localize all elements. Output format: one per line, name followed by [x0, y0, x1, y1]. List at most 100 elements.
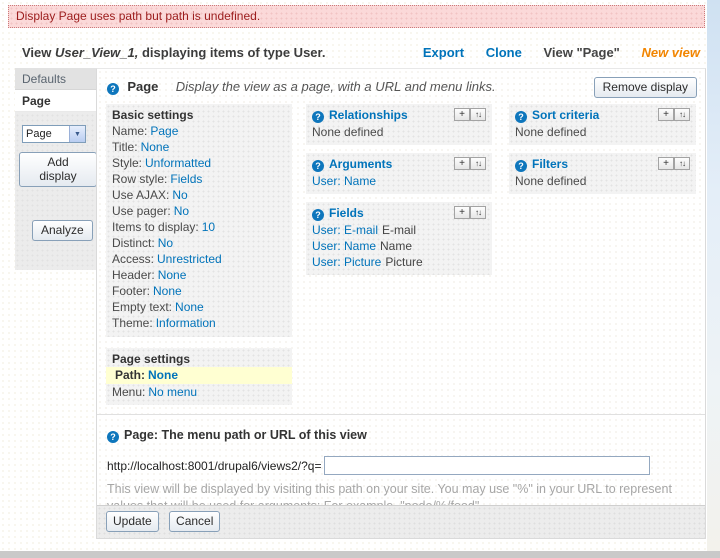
setting-value-link[interactable]: None: [153, 284, 182, 298]
field-label: Picture: [385, 255, 423, 269]
help-icon[interactable]: ?: [312, 160, 324, 172]
setting-value-link[interactable]: No: [158, 236, 173, 250]
help-icon[interactable]: ?: [515, 111, 527, 123]
filters-title-link[interactable]: Filters: [532, 157, 568, 171]
window-bottom-edge: [0, 551, 720, 558]
add-field-icon[interactable]: +: [454, 206, 470, 219]
path-input[interactable]: [324, 456, 651, 475]
window-right-gutter: [707, 0, 720, 551]
setting-label: Name:: [112, 124, 148, 138]
form-actions-bar: Update Cancel: [97, 505, 705, 538]
setting-row: Empty text: None: [112, 299, 286, 315]
rearrange-arguments-icon[interactable]: ↑↓: [470, 157, 486, 170]
filters-empty-text: None defined: [515, 174, 587, 188]
new-view-link[interactable]: New view: [641, 45, 700, 60]
menu-value-link[interactable]: No menu: [148, 385, 197, 399]
display-description: Display the view as a page, with a URL a…: [175, 79, 496, 94]
filters-box: ? Filters + ↑↓ None defined: [509, 153, 696, 194]
rearrange-sorts-icon[interactable]: ↑↓: [674, 108, 690, 121]
argument-row: User: Name: [312, 173, 486, 189]
path-url-prefix: http://localhost:8001/drupal6/views2/?q=: [107, 458, 322, 473]
rearrange-filters-icon[interactable]: ↑↓: [674, 157, 690, 170]
remove-display-button[interactable]: Remove display: [593, 77, 697, 98]
path-form-title: ? Page: The menu path or URL of this view: [107, 428, 705, 443]
basic-settings-title: Basic settings: [112, 108, 194, 122]
setting-label: Access:: [112, 252, 155, 266]
fields-list: User: E-mail E-mail User: Name Name User: …: [312, 222, 486, 270]
setting-value-link[interactable]: Unrestricted: [157, 252, 222, 266]
field-row: User: E-mail E-mail: [312, 222, 486, 238]
path-setting-row: Path: None: [106, 367, 292, 384]
export-link[interactable]: Export: [423, 45, 464, 60]
setting-row: Row style: Fields: [112, 171, 286, 187]
add-filter-icon[interactable]: +: [658, 157, 674, 170]
setting-value-link[interactable]: Page: [150, 124, 178, 138]
clone-link[interactable]: Clone: [486, 45, 522, 60]
display-type-select[interactable]: Page ▼: [22, 125, 86, 143]
setting-value-link[interactable]: None: [141, 140, 170, 154]
column-right: ? Sort criteria + ↑↓ None defined ? Filters…: [509, 104, 696, 202]
add-display-button[interactable]: Add display: [19, 152, 97, 187]
argument-link[interactable]: User: Name: [312, 174, 376, 188]
analyze-button[interactable]: Analyze: [32, 220, 93, 241]
path-value-link[interactable]: None: [148, 368, 178, 382]
field-label: Name: [380, 239, 413, 253]
relationships-title-link[interactable]: Relationships: [329, 108, 408, 122]
fields-title-link[interactable]: Fields: [329, 206, 364, 220]
view-title-prefix: View: [22, 45, 56, 60]
update-button[interactable]: Update: [106, 511, 159, 532]
page-settings-title: Page settings: [112, 352, 191, 366]
help-icon[interactable]: ?: [312, 209, 324, 221]
field-link[interactable]: User: E-mail: [312, 223, 378, 237]
help-icon[interactable]: ?: [107, 431, 119, 443]
setting-row: Theme: Information: [112, 315, 286, 331]
sort-criteria-empty-text: None defined: [515, 125, 587, 139]
field-link[interactable]: User: Name: [312, 239, 376, 253]
setting-value-link[interactable]: Information: [156, 316, 216, 330]
setting-label: Empty text:: [112, 300, 173, 314]
sidebar-tab-defaults[interactable]: Defaults: [15, 68, 97, 90]
help-icon[interactable]: ?: [515, 160, 527, 172]
setting-value-link[interactable]: None: [158, 268, 187, 282]
setting-label: Title:: [112, 140, 138, 154]
setting-row: Access: Unrestricted: [112, 251, 286, 267]
rearrange-relationships-icon[interactable]: ↑↓: [470, 108, 486, 121]
setting-value-link[interactable]: No: [174, 204, 189, 218]
display-title: Page: [127, 79, 159, 94]
help-icon[interactable]: ?: [107, 83, 119, 95]
path-form-title-text: Page: The menu path or URL of this view: [124, 428, 367, 442]
setting-value-link[interactable]: Unformatted: [145, 156, 211, 170]
add-argument-icon[interactable]: +: [454, 157, 470, 170]
basic-settings-box: Basic settings Name: Page Title: None Styl…: [106, 104, 292, 337]
help-icon[interactable]: ?: [312, 111, 324, 123]
view-page-link[interactable]: View "Page": [543, 45, 619, 60]
setting-row: Style: Unformatted: [112, 155, 286, 171]
view-name: User_View_1,: [55, 45, 139, 60]
field-link[interactable]: User: Picture: [312, 255, 381, 269]
column-basic-settings: Basic settings Name: Page Title: None Styl…: [106, 104, 292, 413]
rearrange-fields-icon[interactable]: ↑↓: [470, 206, 486, 219]
setting-row: Title: None: [112, 139, 286, 155]
page-settings-box: Page settings Path: None Menu: No menu: [106, 348, 292, 405]
arguments-title-link[interactable]: Arguments: [329, 157, 392, 171]
cancel-button[interactable]: Cancel: [169, 511, 221, 532]
setting-value-link[interactable]: None: [175, 300, 204, 314]
setting-value-link[interactable]: No: [172, 188, 187, 202]
add-relationship-icon[interactable]: +: [454, 108, 470, 121]
setting-value-link[interactable]: 10: [202, 220, 215, 234]
setting-label: Use AJAX:: [112, 188, 170, 202]
setting-label: Style:: [112, 156, 143, 170]
setting-label: Distinct:: [112, 236, 155, 250]
setting-row: Use AJAX: No: [112, 187, 286, 203]
display-type-selected: Page: [26, 128, 52, 140]
sort-criteria-title-link[interactable]: Sort criteria: [532, 108, 599, 122]
chevron-down-icon: ▼: [69, 126, 85, 142]
display-settings-panel: ? Page Display the view as a page, with …: [96, 68, 706, 539]
setting-value-link[interactable]: Fields: [170, 172, 202, 186]
add-sort-icon[interactable]: +: [658, 108, 674, 121]
error-message-text: Display Page uses path but path is undef…: [16, 9, 261, 23]
display-header: ? Page Display the view as a page, with …: [97, 69, 705, 102]
sort-criteria-box: ? Sort criteria + ↑↓ None defined: [509, 104, 696, 145]
sidebar-tab-page[interactable]: Page: [15, 90, 97, 112]
path-edit-form: ? Page: The menu path or URL of this view…: [97, 414, 705, 538]
